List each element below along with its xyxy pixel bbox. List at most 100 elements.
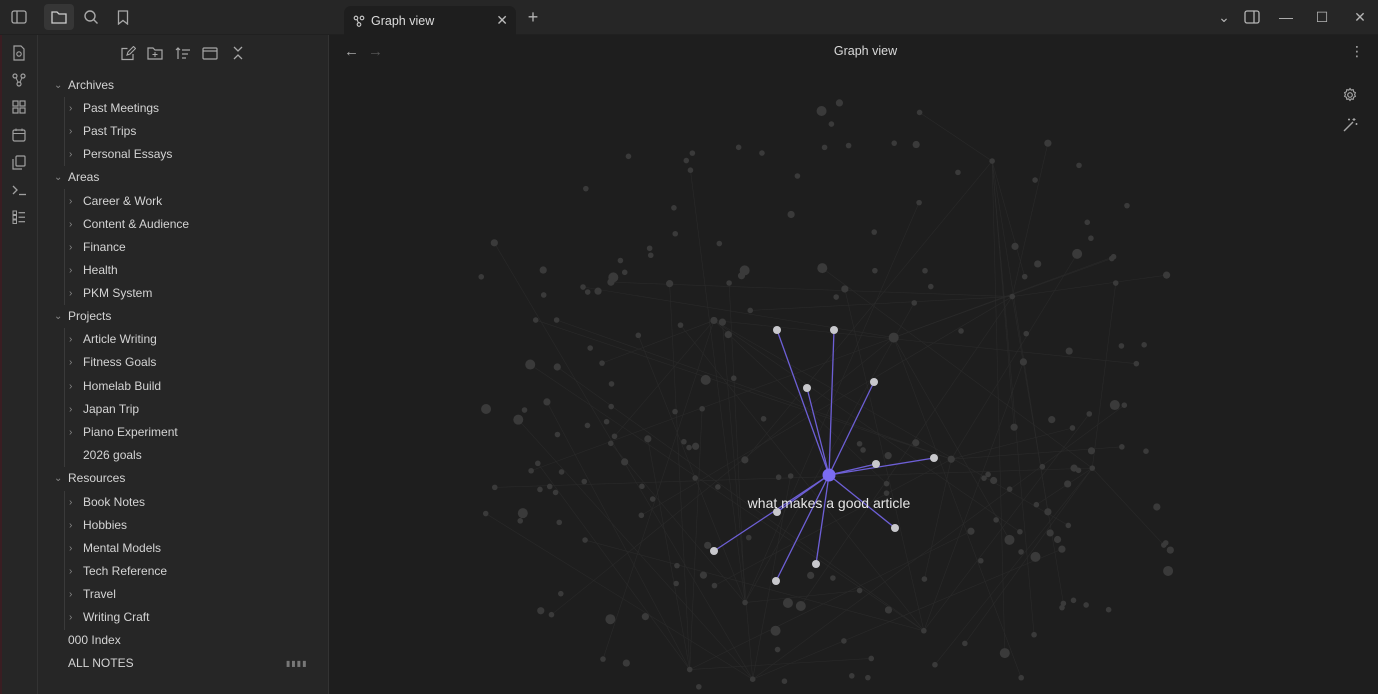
graph-node[interactable] — [491, 484, 498, 491]
graph-node[interactable] — [1133, 360, 1140, 367]
bookmark-icon[interactable] — [112, 7, 134, 27]
graph-node[interactable] — [1032, 177, 1038, 183]
graph-node[interactable] — [607, 440, 614, 447]
graph-node[interactable] — [821, 144, 828, 151]
graph-node[interactable] — [552, 489, 559, 496]
graph-node[interactable] — [932, 661, 938, 668]
graph-node[interactable] — [600, 656, 606, 662]
collapse-view-icon[interactable] — [200, 43, 220, 63]
graph-node[interactable] — [521, 407, 528, 413]
graph-node[interactable] — [730, 375, 737, 382]
folder-personal-essays[interactable]: › Personal Essays — [69, 143, 172, 165]
graph-node[interactable] — [553, 317, 560, 323]
graph-node[interactable] — [856, 440, 863, 447]
graph-node[interactable] — [830, 575, 836, 581]
graph-node[interactable] — [621, 458, 629, 466]
graph-node[interactable] — [911, 300, 918, 306]
graph-node[interactable] — [692, 442, 700, 450]
graph-node[interactable] — [760, 416, 767, 422]
graph-node[interactable] — [1060, 600, 1067, 607]
graph-node[interactable] — [841, 638, 847, 644]
graph-node[interactable] — [1118, 343, 1125, 349]
graph-node[interactable] — [553, 363, 561, 371]
graph-node[interactable] — [1109, 400, 1120, 411]
graph-node[interactable] — [1065, 522, 1072, 529]
graph-node[interactable] — [681, 438, 687, 445]
graph-node[interactable] — [1112, 280, 1119, 286]
graph-node[interactable] — [835, 99, 844, 107]
graph-node[interactable] — [692, 475, 699, 481]
graph-node[interactable] — [686, 444, 692, 451]
graph-node[interactable] — [990, 476, 998, 485]
graph-node[interactable] — [1076, 162, 1082, 169]
graph-node[interactable] — [539, 266, 547, 274]
graph-node[interactable] — [608, 403, 614, 410]
folder-travel[interactable]: › Travel — [69, 583, 116, 605]
graph-node[interactable] — [517, 518, 524, 524]
graph-node[interactable] — [1070, 464, 1078, 472]
minimize-icon[interactable]: — — [1274, 7, 1298, 27]
graph-node[interactable] — [1044, 139, 1052, 147]
file-all-notes[interactable]: ALL NOTES — [68, 652, 134, 674]
graph-node[interactable] — [1046, 529, 1054, 537]
graph-node[interactable] — [1162, 271, 1171, 279]
graph-node[interactable] — [1105, 606, 1112, 613]
graph-node[interactable] — [1162, 540, 1169, 546]
graph-node[interactable] — [871, 229, 878, 235]
canvas-icon[interactable] — [9, 97, 29, 117]
graph-node[interactable] — [1004, 534, 1015, 545]
files-icon[interactable] — [44, 4, 74, 30]
file-000-index[interactable]: 000 Index — [68, 629, 121, 651]
graph-node[interactable] — [817, 263, 828, 274]
file-2026-goals[interactable]: 2026 goals — [83, 444, 142, 466]
graph-view-icon[interactable] — [9, 70, 29, 90]
graph-node-linked[interactable] — [872, 460, 880, 468]
graph-node[interactable] — [927, 283, 934, 290]
graph-node[interactable] — [540, 292, 547, 298]
graph-node[interactable] — [1031, 631, 1037, 638]
graph-node[interactable] — [649, 496, 656, 502]
folder-resources[interactable]: ⌄ Resources — [54, 467, 125, 489]
folder-mental-models[interactable]: › Mental Models — [69, 537, 161, 559]
graph-node[interactable] — [696, 683, 702, 690]
graph-node-linked[interactable] — [870, 378, 878, 386]
graph-node[interactable] — [1087, 447, 1096, 455]
graph-node[interactable] — [666, 280, 674, 288]
folder-book-notes[interactable]: › Book Notes — [69, 491, 145, 513]
graph-node[interactable] — [1083, 602, 1089, 608]
graph-node[interactable] — [989, 158, 995, 164]
graph-node[interactable] — [891, 140, 898, 146]
graph-node[interactable] — [556, 519, 563, 526]
graph-node[interactable] — [1089, 465, 1096, 471]
graph-node[interactable] — [1018, 549, 1024, 555]
graph-node[interactable] — [993, 517, 999, 523]
graph-node[interactable] — [1166, 546, 1174, 554]
graph-node[interactable] — [673, 580, 679, 587]
graph-node[interactable] — [635, 332, 642, 339]
graph-node[interactable] — [999, 648, 1010, 659]
graph-node[interactable] — [865, 674, 871, 681]
graph-node[interactable] — [775, 474, 782, 481]
graph-node[interactable] — [1143, 448, 1149, 454]
open-quick-switcher-icon[interactable] — [9, 43, 29, 63]
graph-node[interactable] — [1110, 253, 1117, 260]
graph-node[interactable] — [883, 480, 890, 487]
graph-node-linked[interactable] — [772, 577, 780, 585]
graph-node[interactable] — [856, 587, 863, 594]
graph-node-linked[interactable] — [803, 384, 811, 392]
graph-node[interactable] — [1072, 248, 1083, 259]
graph-node[interactable] — [745, 534, 752, 541]
folder-past-trips[interactable]: › Past Trips — [69, 120, 136, 142]
folder-projects[interactable]: ⌄ Projects — [54, 305, 111, 327]
graph-node[interactable] — [699, 405, 705, 412]
graph-node[interactable] — [841, 285, 849, 293]
graph-node[interactable] — [787, 210, 795, 219]
graph-node[interactable] — [828, 121, 835, 127]
graph-node[interactable] — [872, 267, 878, 274]
graph-node[interactable] — [967, 527, 975, 535]
graph-node[interactable] — [1119, 444, 1125, 450]
graph-node-linked[interactable] — [930, 454, 938, 462]
graph-node[interactable] — [741, 456, 749, 464]
graph-node[interactable] — [1033, 501, 1040, 508]
graph-node[interactable] — [884, 606, 893, 614]
